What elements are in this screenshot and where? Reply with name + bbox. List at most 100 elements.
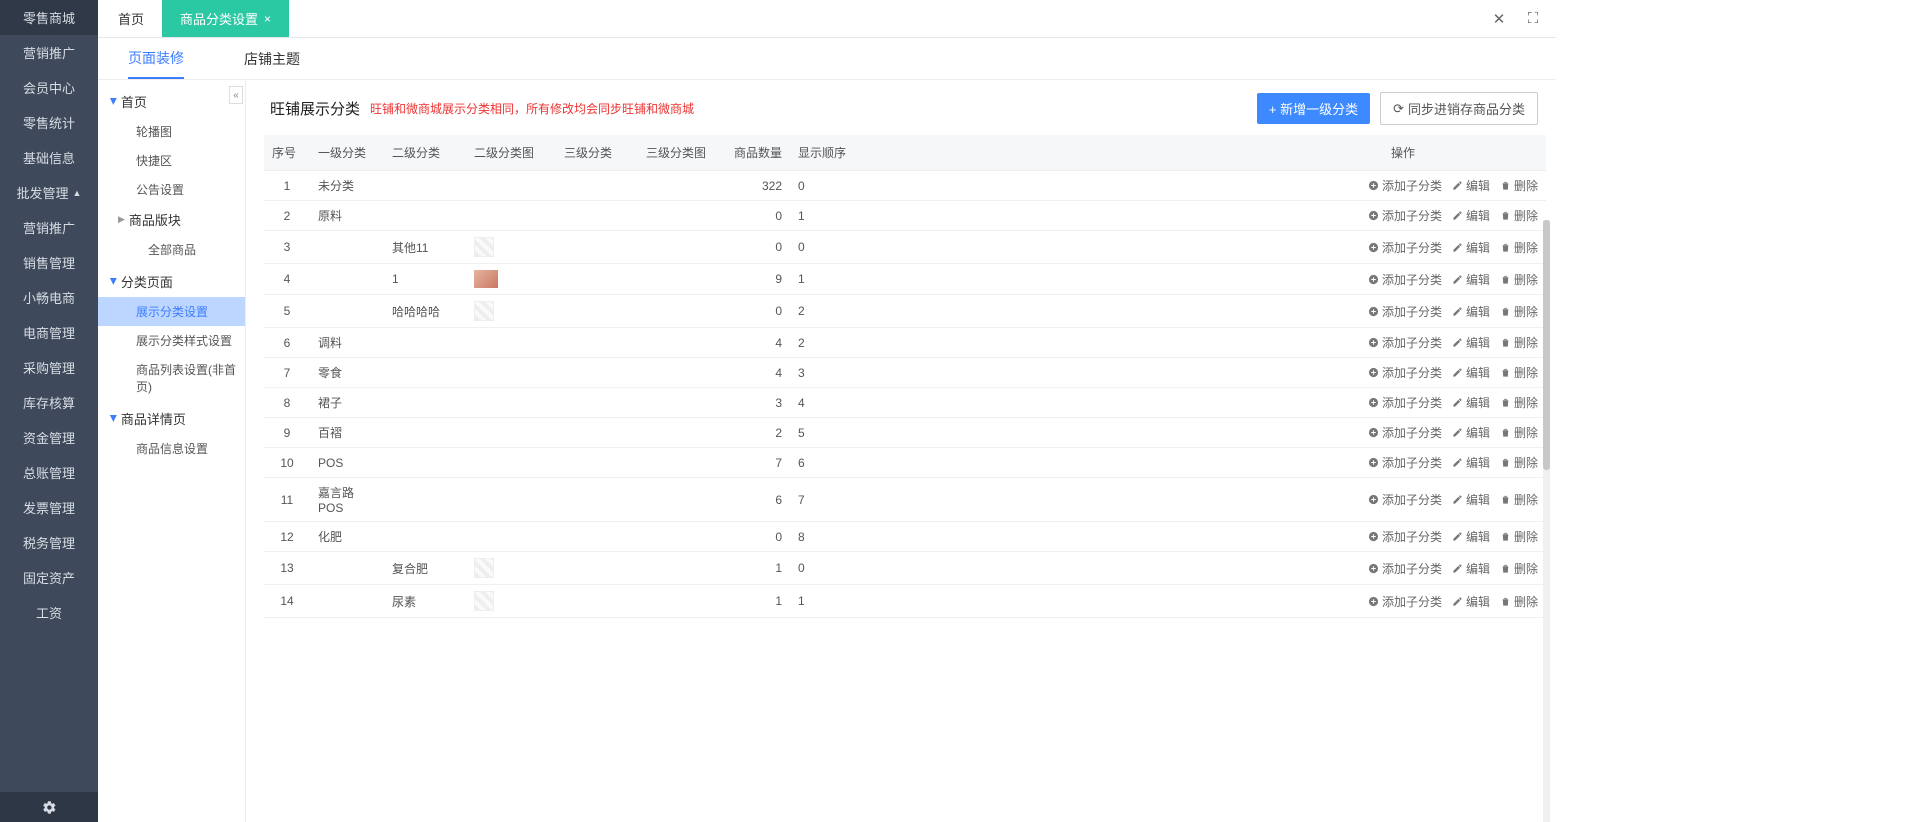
- inner-item-display-category-settings[interactable]: 展示分类设置: [98, 297, 245, 326]
- edit-link[interactable]: 编辑: [1452, 454, 1490, 471]
- inner-group-label: 商品详情页: [121, 409, 186, 428]
- sidebar-item[interactable]: 发票管理: [0, 490, 98, 525]
- add-sub-category-link[interactable]: 添加子分类: [1368, 303, 1442, 320]
- close-icon[interactable]: ×: [264, 12, 271, 26]
- inner-group-product-detail[interactable]: ▶ 商品详情页: [98, 403, 245, 434]
- inner-group-label: 首页: [121, 92, 147, 111]
- caret-down-icon: ▶: [108, 278, 119, 285]
- sidebar-item[interactable]: 批发管理▲: [0, 175, 98, 210]
- inner-item-shortcut[interactable]: 快捷区: [98, 146, 245, 175]
- close-panel-icon[interactable]: ✕: [1488, 8, 1510, 30]
- edit-link[interactable]: 编辑: [1452, 177, 1490, 194]
- sidebar-item[interactable]: 税务管理: [0, 525, 98, 560]
- tab-category-settings[interactable]: 商品分类设置 ×: [162, 0, 289, 37]
- edit-link[interactable]: 编辑: [1452, 394, 1490, 411]
- inner-group-category-page[interactable]: ▶ 分类页面: [98, 266, 245, 297]
- edit-link[interactable]: 编辑: [1452, 334, 1490, 351]
- sidebar-item[interactable]: 固定资产: [0, 560, 98, 595]
- add-sub-category-link[interactable]: 添加子分类: [1368, 364, 1442, 381]
- add-sub-category-link[interactable]: 添加子分类: [1368, 454, 1442, 471]
- delete-link[interactable]: 删除: [1500, 560, 1538, 577]
- sidebar-item[interactable]: 零售统计: [0, 105, 98, 140]
- sidebar-item[interactable]: 小畅电商: [0, 280, 98, 315]
- edit-link[interactable]: 编辑: [1452, 528, 1490, 545]
- primary-sidebar: 零售商城营销推广会员中心零售统计基础信息批发管理▲营销推广销售管理小畅电商电商管…: [0, 0, 98, 822]
- add-sub-category-link[interactable]: 添加子分类: [1368, 491, 1442, 508]
- sidebar-item[interactable]: 基础信息: [0, 140, 98, 175]
- add-sub-category-link[interactable]: 添加子分类: [1368, 177, 1442, 194]
- add-sub-category-link[interactable]: 添加子分类: [1368, 394, 1442, 411]
- delete-link[interactable]: 删除: [1500, 593, 1538, 610]
- inner-item-all-products[interactable]: 全部商品: [98, 235, 245, 264]
- tab-home[interactable]: 首页: [100, 0, 162, 37]
- delete-link[interactable]: 删除: [1500, 454, 1538, 471]
- fullscreen-icon[interactable]: ⛶: [1522, 8, 1544, 30]
- delete-link[interactable]: 删除: [1500, 207, 1538, 224]
- edit-link[interactable]: 编辑: [1452, 491, 1490, 508]
- delete-link[interactable]: 删除: [1500, 364, 1538, 381]
- add-sub-category-link[interactable]: 添加子分类: [1368, 528, 1442, 545]
- sidebar-item[interactable]: 电商管理: [0, 315, 98, 350]
- sidebar-item[interactable]: 总账管理: [0, 455, 98, 490]
- sidebar-item[interactable]: 零售商城: [0, 0, 98, 35]
- delete-link[interactable]: 删除: [1500, 177, 1538, 194]
- delete-link[interactable]: 删除: [1500, 239, 1538, 256]
- sidebar-item[interactable]: 资金管理: [0, 420, 98, 455]
- inner-group-label: 分类页面: [121, 272, 173, 291]
- edit-link[interactable]: 编辑: [1452, 239, 1490, 256]
- edit-link[interactable]: 编辑: [1452, 593, 1490, 610]
- subtab-shop-theme[interactable]: 店铺主题: [244, 38, 300, 79]
- edit-link[interactable]: 编辑: [1452, 424, 1490, 441]
- edit-link[interactable]: 编辑: [1452, 271, 1490, 288]
- inner-item-product-list-settings[interactable]: 商品列表设置(非首页): [98, 355, 245, 401]
- add-sub-category-link[interactable]: 添加子分类: [1368, 271, 1442, 288]
- delete-link[interactable]: 删除: [1500, 394, 1538, 411]
- sync-category-button[interactable]: ⟳ 同步进销存商品分类: [1380, 92, 1538, 125]
- col-l3img: 三级分类图: [638, 135, 724, 171]
- table-row: 14尿素11添加子分类编辑删除: [264, 585, 1546, 618]
- col-ops: 操作: [1260, 135, 1546, 171]
- collapse-sidebar-button[interactable]: «: [229, 86, 243, 104]
- sidebar-item[interactable]: 库存核算: [0, 385, 98, 420]
- add-category-button[interactable]: + 新增一级分类: [1257, 93, 1370, 124]
- sidebar-item[interactable]: 工资: [0, 595, 98, 630]
- col-l1: 一级分类: [310, 135, 384, 171]
- edit-link[interactable]: 编辑: [1452, 303, 1490, 320]
- scrollbar[interactable]: [1543, 220, 1550, 822]
- add-sub-category-link[interactable]: 添加子分类: [1368, 207, 1442, 224]
- subtab-page-decor[interactable]: 页面装修: [128, 38, 184, 79]
- inner-item-product-info-settings[interactable]: 商品信息设置: [98, 434, 245, 463]
- inner-item-carousel[interactable]: 轮播图: [98, 117, 245, 146]
- delete-link[interactable]: 删除: [1500, 424, 1538, 441]
- add-sub-category-link[interactable]: 添加子分类: [1368, 560, 1442, 577]
- edit-link[interactable]: 编辑: [1452, 560, 1490, 577]
- delete-link[interactable]: 删除: [1500, 334, 1538, 351]
- tab-label: 商品分类设置: [180, 9, 258, 28]
- col-l2: 二级分类: [384, 135, 466, 171]
- delete-link[interactable]: 删除: [1500, 303, 1538, 320]
- add-sub-category-link[interactable]: 添加子分类: [1368, 239, 1442, 256]
- inner-item-announcement[interactable]: 公告设置: [98, 175, 245, 204]
- edit-link[interactable]: 编辑: [1452, 207, 1490, 224]
- delete-link[interactable]: 删除: [1500, 528, 1538, 545]
- add-sub-category-link[interactable]: 添加子分类: [1368, 334, 1442, 351]
- sidebar-item[interactable]: 采购管理: [0, 350, 98, 385]
- add-sub-category-link[interactable]: 添加子分类: [1368, 424, 1442, 441]
- inner-group-home[interactable]: ▶ 首页: [98, 86, 245, 117]
- settings-button[interactable]: [0, 792, 98, 822]
- image-placeholder: [474, 591, 494, 611]
- inner-group-product-block[interactable]: ▶ 商品版块: [98, 204, 245, 235]
- delete-link[interactable]: 删除: [1500, 271, 1538, 288]
- thumbnail: [474, 270, 498, 288]
- gear-icon: [42, 800, 57, 815]
- edit-link[interactable]: 编辑: [1452, 364, 1490, 381]
- sidebar-item[interactable]: 会员中心: [0, 70, 98, 105]
- table-row: 13复合肥10添加子分类编辑删除: [264, 552, 1546, 585]
- sidebar-item[interactable]: 营销推广: [0, 35, 98, 70]
- sidebar-item[interactable]: 销售管理: [0, 245, 98, 280]
- sidebar-item[interactable]: 营销推广: [0, 210, 98, 245]
- col-qty: 商品数量: [724, 135, 790, 171]
- inner-item-display-category-style[interactable]: 展示分类样式设置: [98, 326, 245, 355]
- add-sub-category-link[interactable]: 添加子分类: [1368, 593, 1442, 610]
- delete-link[interactable]: 删除: [1500, 491, 1538, 508]
